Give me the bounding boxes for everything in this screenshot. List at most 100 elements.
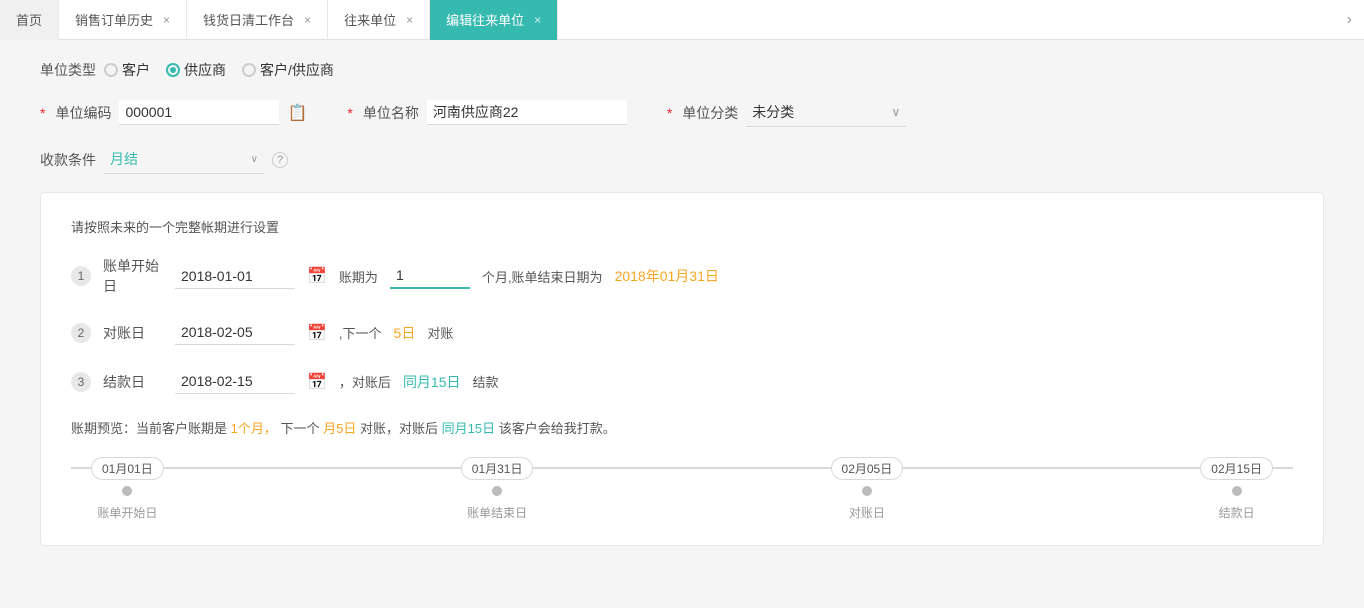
row-2-desc-before: ,下一个 [339,323,382,342]
timeline-node-3: 02月05日 对账日 [831,457,904,521]
setting-row-3: 3 结款日 📅 ，对账后 同月15日 结款 [71,369,1293,394]
timeline-sublabel-1: 账单开始日 [97,504,157,521]
row-3-label: 结款日 [103,372,163,392]
radio-customer[interactable]: 客户 [104,60,150,80]
timeline-dot-3 [862,486,872,496]
unit-info-row: * 单位编码 📋 * 单位名称 * 单位分类 未分类 ∨ [40,98,1324,127]
setting-row-1: 1 账单开始日 📅 账期为 个月,账单结束日期为 2018年01月31日 [71,256,1293,296]
row-num-3: 3 [71,372,91,392]
payment-condition-row: 收款条件 月结 ∨ ? [40,145,1324,174]
tab-home-label: 首页 [16,10,42,29]
payment-condition-field: 收款条件 月结 ∨ ? [40,145,288,174]
unit-name-input[interactable] [427,100,627,125]
payment-condition-dropdown[interactable]: 月结 ∨ [104,145,264,174]
timeline-label-4: 02月15日 [1200,457,1273,480]
panel-title: 请按照未来的一个完整帐期进行设置 [71,217,1293,236]
row-1-highlight: 2018年01月31日 [615,266,719,286]
tab-cash-workbench[interactable]: 钱货日清工作台 × [187,0,328,40]
radio-customer-label: 客户 [122,60,150,80]
radio-supplier[interactable]: 供应商 [166,60,226,80]
row-num-2: 2 [71,323,91,343]
timeline-label-1: 01月01日 [91,457,164,480]
unit-name-star: * [347,105,352,121]
timeline-label-2: 01月31日 [461,457,534,480]
tab-cash-workbench-label: 钱货日清工作台 [203,10,294,29]
unit-code-star: * [40,105,45,121]
unit-name-field: * 单位名称 [347,100,626,125]
timeline-container: 01月01日 账单开始日 01月31日 账单结束日 02月05日 对账日 02月… [71,457,1293,521]
preview-text: 账期预览：当前客户账期是 1个月， 下一个 月5日 对账，对账后 同月15日 该… [71,418,1293,437]
timeline-label-3: 02月05日 [831,457,904,480]
row-3-desc-after: 结款 [473,372,499,391]
unit-code-input[interactable] [119,100,279,125]
payment-date-input[interactable] [175,369,295,394]
unit-category-label: 单位分类 [682,103,738,123]
unit-category-dropdown[interactable]: 未分类 ∨ [746,98,906,127]
radio-supplier-circle [166,63,180,77]
timeline-node-2: 01月31日 账单结束日 [461,457,534,521]
tab-partner-units-label: 往来单位 [344,10,396,29]
tab-sales-history-close[interactable]: × [163,13,170,27]
unit-code-field: * 单位编码 📋 [40,100,307,125]
reconcile-date-calendar[interactable]: 📅 [307,323,327,343]
timeline-node-4: 02月15日 结款日 [1200,457,1273,521]
row-3-highlight: 同月15日 [403,372,461,392]
timeline-sublabel-3: 对账日 [849,504,885,521]
radio-supplier-label: 供应商 [184,60,226,80]
timeline-dot-1 [122,486,132,496]
unit-name-label: 单位名称 [363,103,419,123]
timeline-dot-4 [1232,486,1242,496]
row-1-desc-after: 个月,账单结束日期为 [482,267,603,286]
radio-customer-supplier-circle [242,63,256,77]
tab-cash-workbench-close[interactable]: × [304,13,311,27]
bill-start-date-input[interactable] [175,264,295,289]
timeline-node-1: 01月01日 账单开始日 [91,457,164,521]
row-2-highlight: 5日 [394,323,416,343]
period-value-input[interactable] [390,263,470,289]
preview-period: 1个月， [231,421,277,436]
reconcile-date-input[interactable] [175,320,295,345]
tab-more-button[interactable]: › [1335,11,1364,29]
tab-sales-history-label: 销售订单历史 [75,10,153,29]
tab-sales-history[interactable]: 销售订单历史 × [59,0,187,40]
payment-condition-value: 月结 [110,149,247,169]
preview-period3: 同月15日 [442,421,495,436]
unit-type-label: 单位类型 [40,60,96,80]
unit-type-radio-group: 客户 供应商 客户/供应商 [104,60,334,80]
radio-customer-circle [104,63,118,77]
row-num-1: 1 [71,266,91,286]
tab-partner-units-close[interactable]: × [406,13,413,27]
unit-code-label: 单位编码 [55,103,111,123]
tab-home[interactable]: 首页 [0,0,59,40]
help-icon[interactable]: ? [272,152,288,168]
tab-partner-units[interactable]: 往来单位 × [328,0,430,40]
unit-category-star: * [667,105,672,121]
row-1-label: 账单开始日 [103,256,163,296]
tab-bar: 首页 销售订单历史 × 钱货日清工作台 × 往来单位 × 编辑往来单位 × › [0,0,1364,40]
unit-type-field: 单位类型 客户 供应商 客户/供应商 [40,60,334,80]
preview-label: 账期预览：当前客户账期是 [71,421,227,436]
row-2-desc-after: 对账 [427,323,453,342]
radio-customer-supplier-label: 客户/供应商 [260,60,334,80]
preview-period2: 月5日 [323,421,356,436]
row-2-label: 对账日 [103,323,163,343]
unit-category-field: * 单位分类 未分类 ∨ [667,98,906,127]
timeline-sublabel-4: 结款日 [1219,504,1255,521]
unit-code-icon[interactable]: 📋 [287,103,307,123]
timeline-dot-2 [492,486,502,496]
bill-start-date-calendar[interactable]: 📅 [307,266,327,286]
unit-category-value: 未分类 [752,102,891,122]
payment-condition-label: 收款条件 [40,150,96,170]
row-1-desc-before: 账期为 [339,267,378,286]
main-content: 单位类型 客户 供应商 客户/供应商 * 单位编码 [0,40,1364,608]
payment-date-calendar[interactable]: 📅 [307,372,327,392]
row-3-desc-before: ，对账后 [339,372,391,391]
timeline-sublabel-2: 账单结束日 [467,504,527,521]
setting-row-2: 2 对账日 📅 ,下一个 5日 对账 [71,320,1293,345]
payment-condition-arrow: ∨ [251,154,258,165]
tab-edit-partner-label: 编辑往来单位 [446,10,524,29]
category-dropdown-arrow: ∨ [891,105,900,119]
radio-customer-supplier[interactable]: 客户/供应商 [242,60,334,80]
tab-edit-partner[interactable]: 编辑往来单位 × [430,0,558,40]
tab-edit-partner-close[interactable]: × [534,13,541,27]
